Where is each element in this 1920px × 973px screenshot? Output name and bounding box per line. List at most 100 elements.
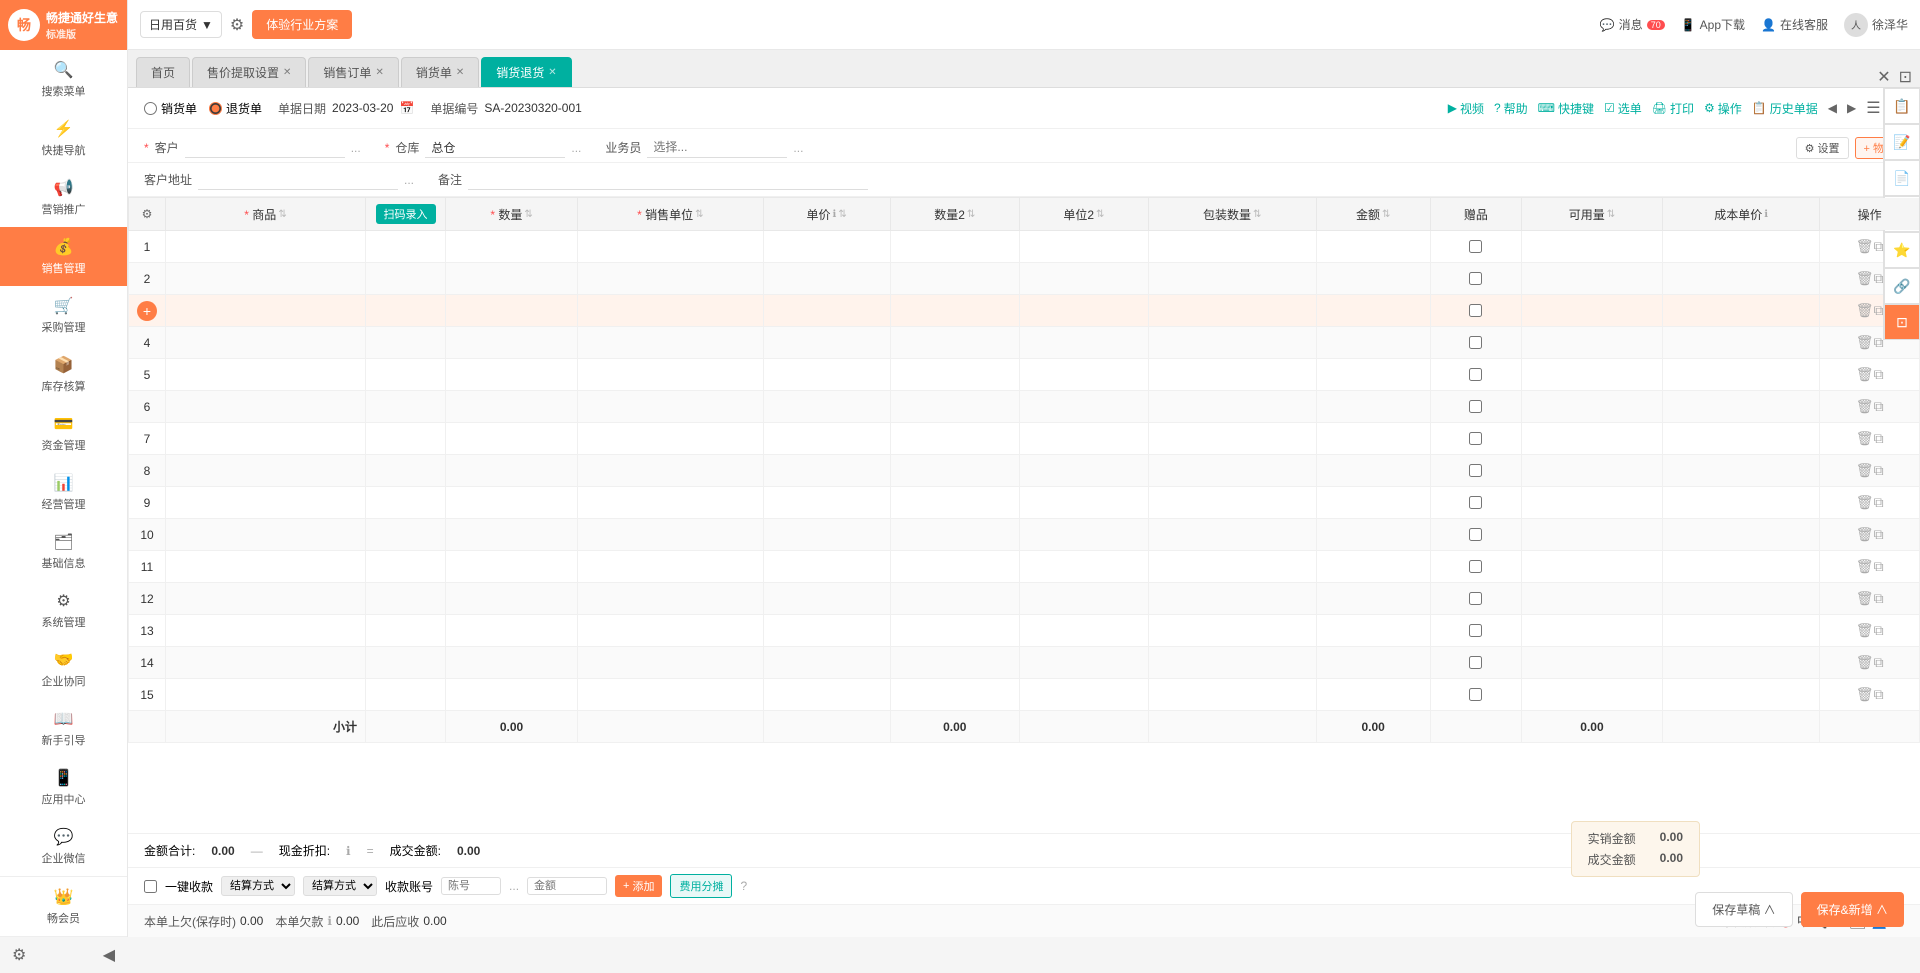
unit2-cell[interactable] [1019, 647, 1148, 679]
cost-info-icon[interactable]: ℹ [1764, 209, 1768, 220]
qty2-cell[interactable] [890, 359, 1019, 391]
copy-row-btn[interactable]: ⧉ [1874, 590, 1884, 607]
warehouse-dots[interactable]: ... [571, 141, 581, 155]
operate-action[interactable]: ⚙ 操作 [1704, 100, 1742, 117]
price-cell[interactable] [763, 615, 890, 647]
unit2-cell[interactable] [1019, 487, 1148, 519]
tab-close-icon[interactable]: ✕ [548, 67, 556, 78]
sort-icon[interactable]: ⇅ [838, 209, 846, 220]
qty-cell[interactable] [446, 455, 578, 487]
unit-cell[interactable] [578, 647, 763, 679]
delete-row-btn[interactable]: 🗑 [1856, 558, 1874, 575]
gift-cell[interactable] [1430, 679, 1521, 711]
actions-cell[interactable]: 🗑⧉ [1820, 615, 1920, 647]
unit2-cell[interactable] [1019, 423, 1148, 455]
unit2-cell[interactable] [1019, 263, 1148, 295]
qty2-cell[interactable] [890, 391, 1019, 423]
gift-cell[interactable] [1430, 583, 1521, 615]
radio-sales[interactable]: 销货单 [144, 100, 197, 117]
unit2-cell[interactable] [1019, 231, 1148, 263]
actions-cell[interactable]: 🗑⧉ [1820, 551, 1920, 583]
qty2-cell[interactable] [890, 679, 1019, 711]
gift-checkbox[interactable] [1469, 304, 1482, 317]
pkg-qty-cell[interactable] [1148, 487, 1316, 519]
unit-cell[interactable] [578, 359, 763, 391]
tab-sales[interactable]: 销货单 ✕ [401, 57, 479, 87]
video-action[interactable]: ▶ 视频 [1448, 100, 1484, 117]
gift-cell[interactable] [1430, 231, 1521, 263]
industry-select[interactable]: 日用百货 ▼ [140, 11, 222, 38]
sidebar-item-member[interactable]: 👑 畅会员 [0, 877, 127, 936]
unit-cell[interactable] [578, 519, 763, 551]
gift-checkbox[interactable] [1469, 336, 1482, 349]
sidebar-item-enterprise[interactable]: 🤝 企业协同 [0, 640, 127, 699]
user-menu[interactable]: 人 徐泽华 [1844, 13, 1908, 37]
copy-row-btn[interactable]: ⧉ [1874, 366, 1884, 383]
amount-cell[interactable] [1316, 583, 1430, 615]
actions-cell[interactable]: 🗑⧉ [1820, 423, 1920, 455]
gift-checkbox[interactable] [1469, 432, 1482, 445]
pkg-qty-cell[interactable] [1148, 391, 1316, 423]
unit-cell[interactable] [578, 263, 763, 295]
qty-cell[interactable] [446, 423, 578, 455]
copy-row-btn[interactable]: ⧉ [1874, 654, 1884, 671]
product-cell[interactable] [166, 519, 366, 551]
address-dots[interactable]: ... [404, 173, 414, 187]
unit2-cell[interactable] [1019, 551, 1148, 583]
price-cell[interactable] [763, 455, 890, 487]
unit-cell[interactable] [578, 679, 763, 711]
qty-cell[interactable] [446, 295, 578, 327]
amount-cell[interactable] [1316, 647, 1430, 679]
sidebar-item-basic[interactable]: 🗂 基础信息 [0, 522, 127, 581]
sort-icon[interactable]: ⇅ [278, 209, 286, 220]
price-cell[interactable] [763, 583, 890, 615]
amount-cell[interactable] [1316, 423, 1430, 455]
prev-btn[interactable]: ◀ [1828, 101, 1837, 115]
gift-checkbox[interactable] [1469, 560, 1482, 573]
sort-icon[interactable]: ⇅ [524, 209, 532, 220]
unit2-cell[interactable] [1019, 615, 1148, 647]
amount-cell[interactable] [1316, 391, 1430, 423]
delete-row-btn[interactable]: 🗑 [1856, 494, 1874, 511]
shortcut-action[interactable]: ⌨ 快捷键 [1538, 100, 1594, 117]
copy-row-btn[interactable]: ⧉ [1874, 430, 1884, 447]
amount-input[interactable] [527, 877, 607, 895]
gift-checkbox[interactable] [1469, 592, 1482, 605]
product-cell[interactable] [166, 295, 366, 327]
sidebar-item-sales[interactable]: 💰 销售管理 [0, 227, 127, 286]
gift-cell[interactable] [1430, 423, 1521, 455]
save-new-btn[interactable]: 保存&新增 ∧ [1801, 892, 1904, 927]
radio-sales-input[interactable] [144, 102, 157, 115]
price-cell[interactable] [763, 519, 890, 551]
unit-cell[interactable] [578, 423, 763, 455]
actions-cell[interactable]: 🗑⧉ [1820, 391, 1920, 423]
amount-cell[interactable] [1316, 615, 1430, 647]
pkg-qty-cell[interactable] [1148, 231, 1316, 263]
product-cell[interactable] [166, 487, 366, 519]
gift-checkbox[interactable] [1469, 272, 1482, 285]
table-settings-icon[interactable]: ⚙ [142, 207, 153, 221]
product-cell[interactable] [166, 327, 366, 359]
settings-btn[interactable]: ⚙ 设置 [1796, 137, 1849, 159]
gift-cell[interactable] [1430, 391, 1521, 423]
unit2-cell[interactable] [1019, 679, 1148, 711]
delete-row-btn[interactable]: 🗑 [1856, 622, 1874, 639]
price-cell[interactable] [763, 231, 890, 263]
product-cell[interactable] [166, 679, 366, 711]
qty2-cell[interactable] [890, 487, 1019, 519]
salesperson-input[interactable] [647, 137, 787, 158]
unit-cell[interactable] [578, 583, 763, 615]
unit-cell[interactable] [578, 231, 763, 263]
gift-checkbox[interactable] [1469, 624, 1482, 637]
history-action[interactable]: 📋 历史单据 [1752, 100, 1818, 117]
amount-cell[interactable] [1316, 551, 1430, 583]
sidebar-item-guide[interactable]: 📖 新手引导 [0, 699, 127, 758]
tab-minimize-icon[interactable]: ✕ [1877, 67, 1890, 87]
product-cell[interactable] [166, 615, 366, 647]
unit2-cell[interactable] [1019, 391, 1148, 423]
unit-cell[interactable] [578, 551, 763, 583]
col-settings-header[interactable]: ⚙ [129, 198, 166, 231]
gift-cell[interactable] [1430, 647, 1521, 679]
tab-price-extract[interactable]: 售价提取设置 ✕ [192, 57, 306, 87]
amount-cell[interactable] [1316, 231, 1430, 263]
